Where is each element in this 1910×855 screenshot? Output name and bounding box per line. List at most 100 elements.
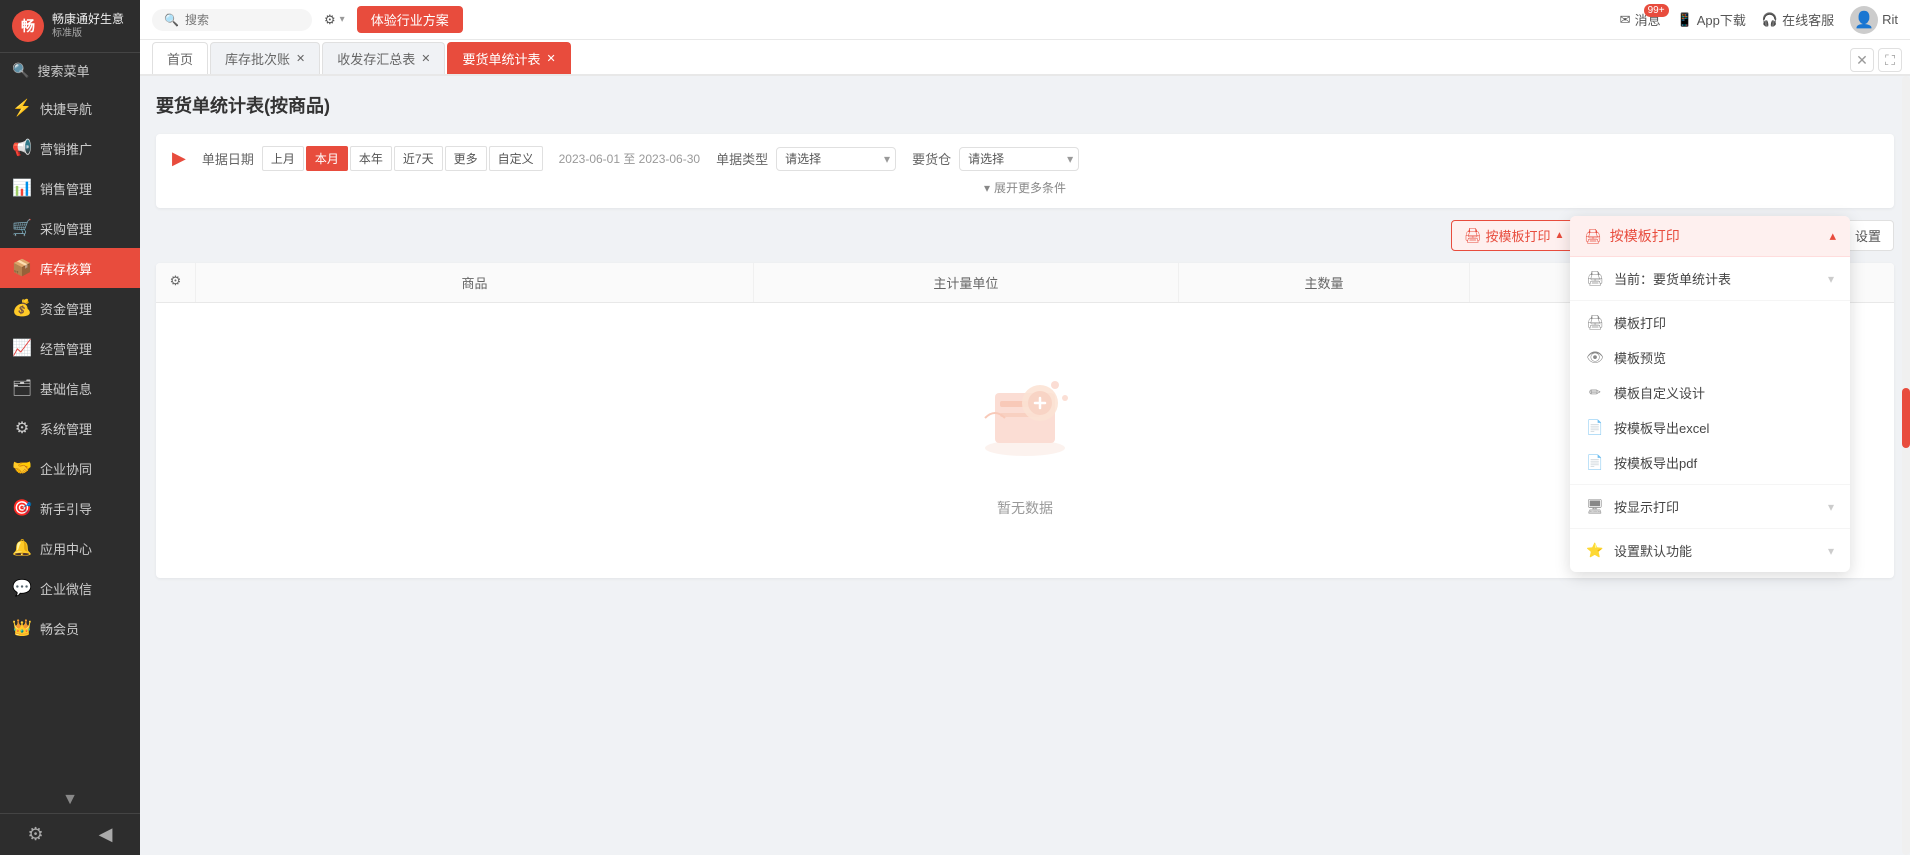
sidebar-item-member[interactable]: 👑 畅会员 <box>0 608 140 648</box>
sidebar-item-marketing[interactable]: 📢 营销推广 <box>0 128 140 168</box>
th-quantity: 主数量 <box>1179 263 1471 302</box>
set-default-icon: ⭐ <box>1586 542 1604 560</box>
enterprise-icon: 🤝 <box>12 458 32 478</box>
filter-row: ▶ 单据日期 上月 本月 本年 近7天 更多 自定义 2023-06-01 至 … <box>172 146 1878 171</box>
tab-bar-right: ✕ ⛶ <box>1850 48 1910 74</box>
tab-close-all-btn[interactable]: ✕ <box>1850 48 1874 72</box>
sidebar-scroll-down[interactable]: ▼ <box>0 787 140 813</box>
date-btn-this-year[interactable]: 本年 <box>350 146 392 171</box>
sidebar-footer: ⚙ ◀ <box>0 813 140 855</box>
right-scrollbar[interactable] <box>1902 76 1910 855</box>
empty-text: 暂无数据 <box>997 498 1053 518</box>
date-btn-7days[interactable]: 近7天 <box>394 146 443 171</box>
sidebar-item-wechat[interactable]: 💬 企业微信 <box>0 568 140 608</box>
export-pdf-icon: 📄 <box>1586 454 1604 472</box>
tab-maximize-btn[interactable]: ⛶ <box>1878 48 1902 72</box>
dropdown-item-template-print[interactable]: 🖨 模板打印 <box>1570 305 1850 340</box>
order-type-filter: 单据类型 请选择 <box>716 147 896 171</box>
app-download-btn[interactable]: 📱 App下载 <box>1677 10 1746 29</box>
sidebar-search[interactable]: 🔍 搜索菜单 <box>0 53 140 88</box>
page-title: 要货单统计表(按商品) <box>156 92 1894 118</box>
search-icon: 🔍 <box>164 13 179 27</box>
close-collection-summary-icon[interactable]: ✕ <box>421 52 430 65</box>
trial-btn[interactable]: 体验行业方案 <box>357 6 463 33</box>
sidebar-item-enterprise[interactable]: 🤝 企业协同 <box>0 448 140 488</box>
dropdown-item-template-preview[interactable]: 👁 模板预览 <box>1570 340 1850 375</box>
order-goods-filter: 要货仓 请选择 <box>912 147 1079 171</box>
order-goods-select[interactable]: 请选择 <box>959 147 1079 171</box>
dropdown-template-section: 🖨 模板打印 👁 模板预览 ✏ 模板自定义设计 📄 按模板导出excel <box>1570 301 1850 485</box>
inventory-icon: 📦 <box>12 258 32 278</box>
expand-down-icon: ▾ <box>984 181 990 195</box>
dropdown-header-label: 🖨 按模板打印 <box>1584 226 1680 246</box>
message-icon: ✉ <box>1620 12 1631 28</box>
th-goods: 商品 <box>196 263 754 302</box>
tab-order-stats[interactable]: 要货单统计表 ✕ <box>447 42 570 74</box>
table-settings-icon[interactable]: ⚙ <box>170 273 182 288</box>
appstore-icon: 🔔 <box>12 538 32 558</box>
sidebar-nav: ⚡ 快捷导航 📢 营销推广 📊 销售管理 🛒 采购管理 📦 库存核算 💰 <box>0 88 140 787</box>
tab-bar: 首页 库存批次账 ✕ 收发存汇总表 ✕ 要货单统计表 ✕ ✕ ⛶ <box>140 40 1910 76</box>
dropdown-collapse-btn[interactable]: ▴ <box>1829 228 1836 244</box>
order-type-select-wrapper: 请选择 <box>776 147 896 171</box>
message-btn[interactable]: ✉ 消息 99+ <box>1620 10 1661 29</box>
topbar-gear-btn[interactable]: ⚙ ▾ <box>324 12 345 28</box>
sidebar-item-system[interactable]: ⚙ 系统管理 <box>0 408 140 448</box>
sidebar-item-finance[interactable]: 💰 资金管理 <box>0 288 140 328</box>
tab-collection-summary[interactable]: 收发存汇总表 ✕ <box>322 42 445 74</box>
filter-toggle-icon[interactable]: ▶ <box>172 148 186 169</box>
sidebar-item-quick-nav[interactable]: ⚡ 快捷导航 <box>0 88 140 128</box>
sidebar-item-inventory[interactable]: 📦 库存核算 <box>0 248 140 288</box>
expand-more-btn[interactable]: ▾ 展开更多条件 <box>984 179 1066 196</box>
scroll-down-btn[interactable]: ▼ <box>62 791 78 809</box>
date-btn-this-month[interactable]: 本月 <box>306 146 348 171</box>
sidebar-collapse-btn[interactable]: ◀ <box>99 824 113 845</box>
close-batch-accounts-icon[interactable]: ✕ <box>296 52 305 65</box>
export-excel-icon: 📄 <box>1586 419 1604 437</box>
print-dropdown-arrow[interactable]: ▲ <box>1555 230 1565 241</box>
order-type-select[interactable]: 请选择 <box>776 147 896 171</box>
date-btn-custom[interactable]: 自定义 <box>489 146 543 171</box>
quick-nav-icon: ⚡ <box>12 98 32 118</box>
display-print-icon: 🖥 <box>1586 498 1604 516</box>
logo-icon: 畅 <box>12 10 44 42</box>
dropdown-item-template-custom[interactable]: ✏ 模板自定义设计 <box>1570 375 1850 410</box>
sidebar-item-guide[interactable]: 🎯 新手引导 <box>0 488 140 528</box>
th-settings[interactable]: ⚙ <box>156 263 196 302</box>
date-btn-last-month[interactable]: 上月 <box>262 146 304 171</box>
display-print-arrow: ▾ <box>1828 500 1834 514</box>
dropdown-item-set-default[interactable]: ⭐ 设置默认功能 ▾ <box>1570 533 1850 568</box>
marketing-icon: 📢 <box>12 138 32 158</box>
close-order-stats-icon[interactable]: ✕ <box>547 52 556 65</box>
dropdown-item-display-print[interactable]: 🖥 按显示打印 ▾ <box>1570 489 1850 524</box>
sidebar: 畅 畅康通好生意 标准版 🔍 搜索菜单 ⚡ 快捷导航 📢 营销推广 📊 <box>0 0 140 855</box>
search-input[interactable] <box>185 13 285 27</box>
page-content: 要货单统计表(按商品) ▶ 单据日期 上月 本月 本年 近7天 更多 <box>140 76 1910 855</box>
print-btn[interactable]: 🖨 按模板打印 ▲ <box>1451 220 1578 251</box>
online-service-btn[interactable]: 🎧 在线客服 <box>1762 10 1834 29</box>
gear-dropdown-arrow: ▾ <box>340 14 345 25</box>
dropdown-item-export-pdf[interactable]: 📄 按模板导出pdf <box>1570 445 1850 480</box>
dropdown-default-section: ⭐ 设置默认功能 ▾ <box>1570 529 1850 572</box>
tab-batch-accounts[interactable]: 库存批次账 ✕ <box>210 42 320 74</box>
sidebar-settings-btn[interactable]: ⚙ <box>28 824 44 845</box>
sidebar-item-operations[interactable]: 📈 经营管理 <box>0 328 140 368</box>
user-avatar[interactable]: 👤 Rit <box>1850 6 1898 34</box>
sidebar-item-sales[interactable]: 📊 销售管理 <box>0 168 140 208</box>
scrollbar-thumb[interactable] <box>1902 388 1910 448</box>
sidebar-item-appstore[interactable]: 🔔 应用中心 <box>0 528 140 568</box>
basics-icon: 🗂 <box>12 378 32 398</box>
template-preview-icon: 👁 <box>1586 349 1604 367</box>
purchase-icon: 🛒 <box>12 218 32 238</box>
dropdown-current-section: 🖨 当前：要货单统计表 ▾ <box>1570 257 1850 301</box>
date-btn-more[interactable]: 更多 <box>445 146 487 171</box>
tab-home[interactable]: 首页 <box>152 42 208 74</box>
filter-expand-icon-btn[interactable]: ▶ <box>172 148 186 169</box>
sidebar-item-purchase[interactable]: 🛒 采购管理 <box>0 208 140 248</box>
date-btn-group: 上月 本月 本年 近7天 更多 自定义 <box>262 146 543 171</box>
dropdown-current-template[interactable]: 🖨 当前：要货单统计表 ▾ <box>1570 261 1850 296</box>
sidebar-item-basics[interactable]: 🗂 基础信息 <box>0 368 140 408</box>
operations-icon: 📈 <box>12 338 32 358</box>
dropdown-item-export-excel[interactable]: 📄 按模板导出excel <box>1570 410 1850 445</box>
global-search[interactable]: 🔍 <box>152 9 312 31</box>
